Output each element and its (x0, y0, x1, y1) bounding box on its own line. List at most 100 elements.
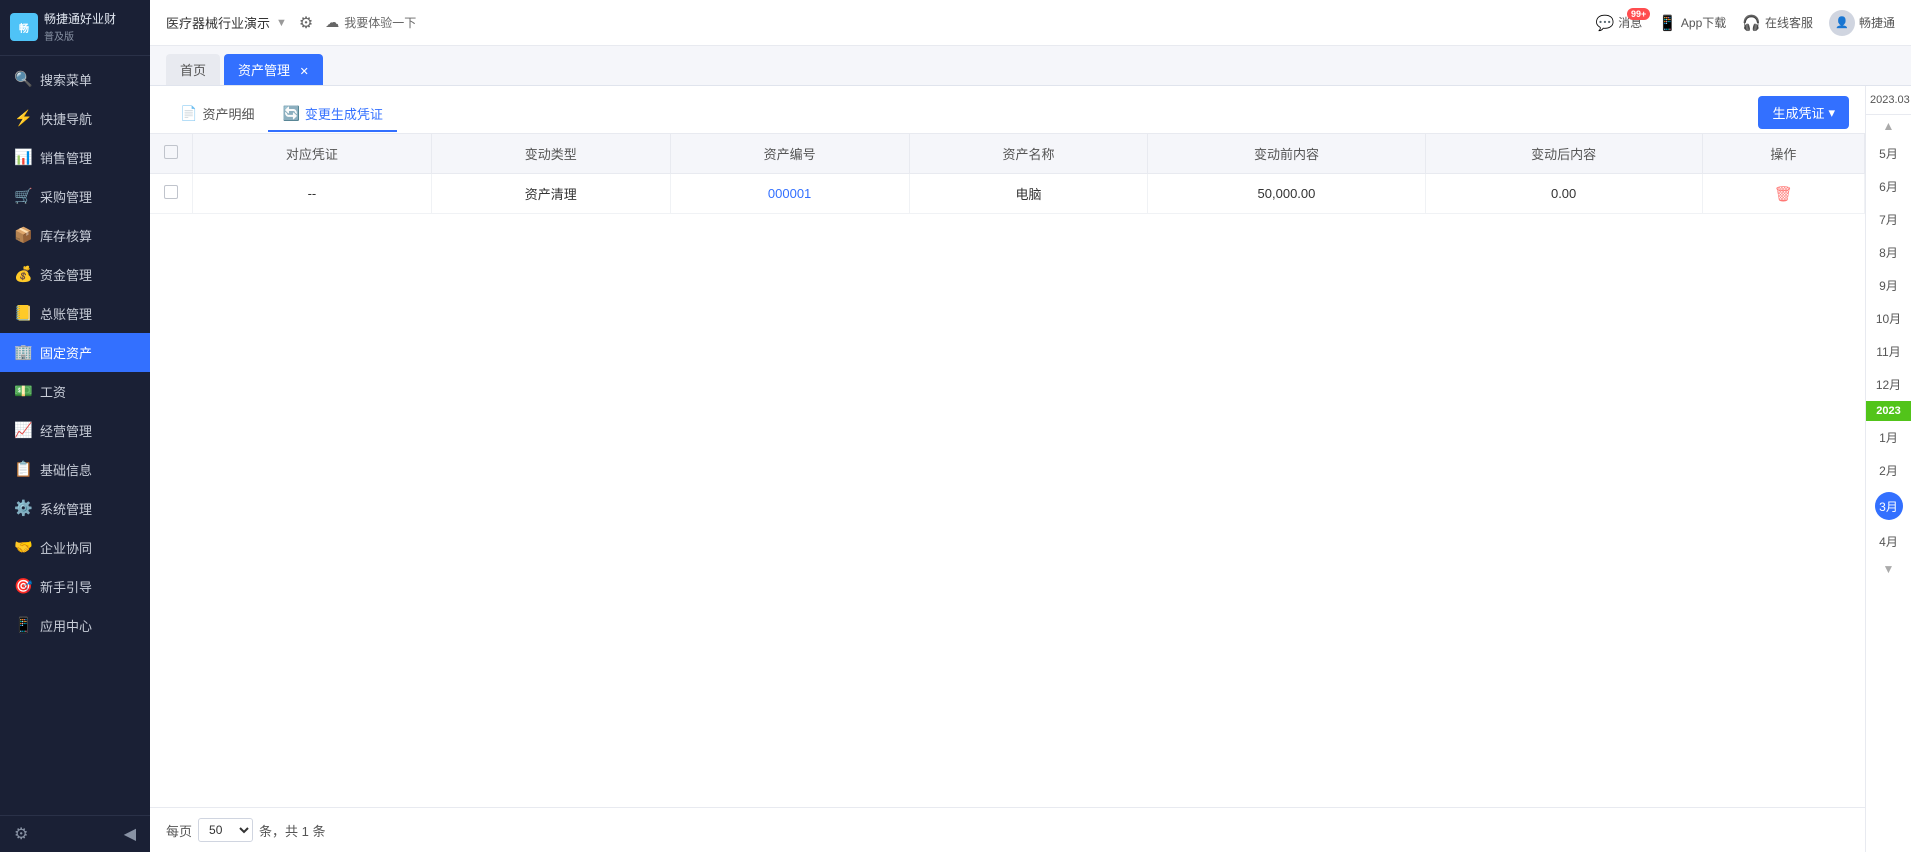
month-5[interactable]: 5月 (1866, 137, 1911, 170)
ledger-icon: 📒 (14, 304, 32, 322)
inner-tab-change-voucher[interactable]: 🔄 变更生成凭证 (268, 97, 396, 132)
logo-icon: 畅 (10, 13, 38, 41)
header-right: 💬 消息 99+ 📱 App下载 🎧 在线客服 👤 畅捷通 (1596, 10, 1895, 36)
sidebar-item-system[interactable]: ⚙️ 系统管理 (0, 489, 150, 528)
current-month-indicator: 3月 (1875, 492, 1903, 520)
row-checkbox[interactable] (164, 185, 178, 199)
row-checkbox-cell (150, 174, 193, 214)
th-asset-name: 资产名称 (909, 134, 1148, 174)
sidebar-item-basic-info[interactable]: 📋 基础信息 (0, 450, 150, 489)
inner-tab-asset-detail[interactable]: 📄 资产明细 (166, 97, 268, 132)
dropdown-arrow-icon: ▾ (1828, 105, 1835, 121)
sidebar-item-search[interactable]: 🔍 搜索菜单 (0, 60, 150, 99)
sidebar-item-enterprise[interactable]: 🤝 企业协同 (0, 528, 150, 567)
delete-icon[interactable]: 🗑 (1774, 186, 1793, 203)
operations-icon: 📈 (14, 421, 32, 439)
th-voucher: 对应凭证 (193, 134, 432, 174)
money-icon: 💰 (14, 265, 32, 283)
row-asset-name: 电脑 (909, 174, 1148, 214)
th-change-type: 变动类型 (431, 134, 670, 174)
th-after-change: 变动后内容 (1425, 134, 1702, 174)
company-selector[interactable]: 医疗器械行业演示 ▼ (166, 13, 287, 32)
sidebar-item-quick-nav[interactable]: ⚡ 快捷导航 (0, 99, 150, 138)
inner-tabs: 📄 资产明细 🔄 变更生成凭证 生成凭证 ▾ (150, 86, 1865, 134)
app-icon: 📱 (14, 616, 32, 634)
month-4[interactable]: 4月 (1866, 525, 1911, 558)
table-row: -- 资产清理 000001 电脑 50,000.00 0.00 🗑 (150, 174, 1865, 214)
month-6[interactable]: 6月 (1866, 170, 1911, 203)
month-12[interactable]: 12月 (1866, 368, 1911, 401)
system-icon: ⚙️ (14, 499, 32, 517)
sidebar-item-finance[interactable]: 💰 资金管理 (0, 255, 150, 294)
tab-home[interactable]: 首页 (166, 54, 220, 85)
cloud-icon: ☁ (325, 14, 339, 31)
sidebar-item-purchase[interactable]: 🛒 采购管理 (0, 177, 150, 216)
app-download-button[interactable]: 📱 App下载 (1658, 14, 1726, 32)
month-3-current[interactable]: 3月 (1866, 487, 1911, 525)
notification-icon: 💬 (1596, 14, 1615, 32)
headset-icon: 🎧 (1742, 14, 1761, 32)
cart-icon: 🛒 (14, 187, 32, 205)
assets-table: 对应凭证 变动类型 资产编号 资产名称 变动前内容 变动后内容 操作 (150, 134, 1865, 214)
tab-asset-management[interactable]: 资产管理 ✕ (224, 54, 323, 85)
th-checkbox (150, 134, 193, 174)
chart-icon: 📊 (14, 148, 32, 166)
header-settings-icon[interactable]: ⚙ (299, 13, 313, 33)
sidebar-item-operations[interactable]: 📈 经营管理 (0, 411, 150, 450)
sidebar-item-salary[interactable]: 💵 工资 (0, 372, 150, 411)
pagination: 每页 50 10 20 100 条，共 1 条 (150, 807, 1865, 852)
per-page-select[interactable]: 50 10 20 100 (198, 818, 253, 842)
download-icon: 📱 (1658, 14, 1677, 32)
panel-year-2023[interactable]: 2023 (1866, 401, 1911, 421)
sidebar-item-inventory[interactable]: 📦 库存核算 (0, 216, 150, 255)
month-8[interactable]: 8月 (1866, 236, 1911, 269)
sidebar-item-fixed-assets[interactable]: 🏢 固定资产 (0, 333, 150, 372)
experience-button[interactable]: ☁ 我要体验一下 (325, 14, 416, 31)
month-11[interactable]: 11月 (1866, 335, 1911, 368)
row-before-change: 50,000.00 (1148, 174, 1425, 214)
box-icon: 📦 (14, 226, 32, 244)
th-asset-code: 资产编号 (670, 134, 909, 174)
lightning-icon: ⚡ (14, 109, 32, 127)
salary-icon: 💵 (14, 382, 32, 400)
notifications-button[interactable]: 💬 消息 99+ (1596, 14, 1643, 32)
row-change-type: 资产清理 (431, 174, 670, 214)
refresh-icon: 🔄 (282, 105, 299, 122)
month-9[interactable]: 9月 (1866, 269, 1911, 302)
select-all-checkbox[interactable] (164, 145, 178, 159)
row-asset-code: 000001 (670, 174, 909, 214)
table-header-row: 对应凭证 变动类型 资产编号 资产名称 变动前内容 变动后内容 操作 (150, 134, 1865, 174)
sidebar-logo: 畅 畅捷通好业财 普及版 (0, 0, 150, 56)
building-icon: 🏢 (14, 343, 32, 361)
sidebar-item-guide[interactable]: 🎯 新手引导 (0, 567, 150, 606)
guide-icon: 🎯 (14, 577, 32, 595)
collapse-icon[interactable]: ◀ (124, 824, 136, 844)
month-1[interactable]: 1月 (1866, 421, 1911, 454)
sidebar-item-app-center[interactable]: 📱 应用中心 (0, 606, 150, 645)
online-service-button[interactable]: 🎧 在线客服 (1742, 14, 1813, 32)
th-operation: 操作 (1702, 134, 1864, 174)
user-menu[interactable]: 👤 畅捷通 (1829, 10, 1895, 36)
sidebar-item-sales[interactable]: 📊 销售管理 (0, 138, 150, 177)
sidebar-bottom: ⚙ ◀ (0, 815, 150, 852)
main-area: 医疗器械行业演示 ▼ ⚙ ☁ 我要体验一下 💬 消息 99+ 📱 App下载 🎧… (150, 0, 1911, 852)
avatar: 👤 (1829, 10, 1855, 36)
sidebar: 畅 畅捷通好业财 普及版 🔍 搜索菜单 ⚡ 快捷导航 📊 销售管理 🛒 采购管理… (0, 0, 150, 852)
tab-close-icon[interactable]: ✕ (300, 66, 309, 78)
month-2[interactable]: 2月 (1866, 454, 1911, 487)
right-panel: 2023.03 ▲ 5月 6月 7月 8月 9月 10月 11月 12月 202… (1865, 86, 1911, 852)
panel-scroll-down[interactable]: ▼ (1866, 558, 1911, 580)
sidebar-item-ledger[interactable]: 📒 总账管理 (0, 294, 150, 333)
panel-header: 2023.03 (1866, 86, 1911, 115)
row-after-change: 0.00 (1425, 174, 1702, 214)
generate-voucher-button[interactable]: 生成凭证 ▾ (1758, 96, 1849, 129)
tabs-bar: 首页 资产管理 ✕ (150, 46, 1911, 86)
month-10[interactable]: 10月 (1866, 302, 1911, 335)
enterprise-icon: 🤝 (14, 538, 32, 556)
table-wrap: 对应凭证 变动类型 资产编号 资产名称 变动前内容 变动后内容 操作 (150, 134, 1865, 807)
generate-btn-wrap: 生成凭证 ▾ (1758, 96, 1849, 129)
settings-bottom-icon[interactable]: ⚙ (14, 824, 28, 844)
panel-scroll-up[interactable]: ▲ (1866, 115, 1911, 137)
month-7[interactable]: 7月 (1866, 203, 1911, 236)
th-before-change: 变动前内容 (1148, 134, 1425, 174)
